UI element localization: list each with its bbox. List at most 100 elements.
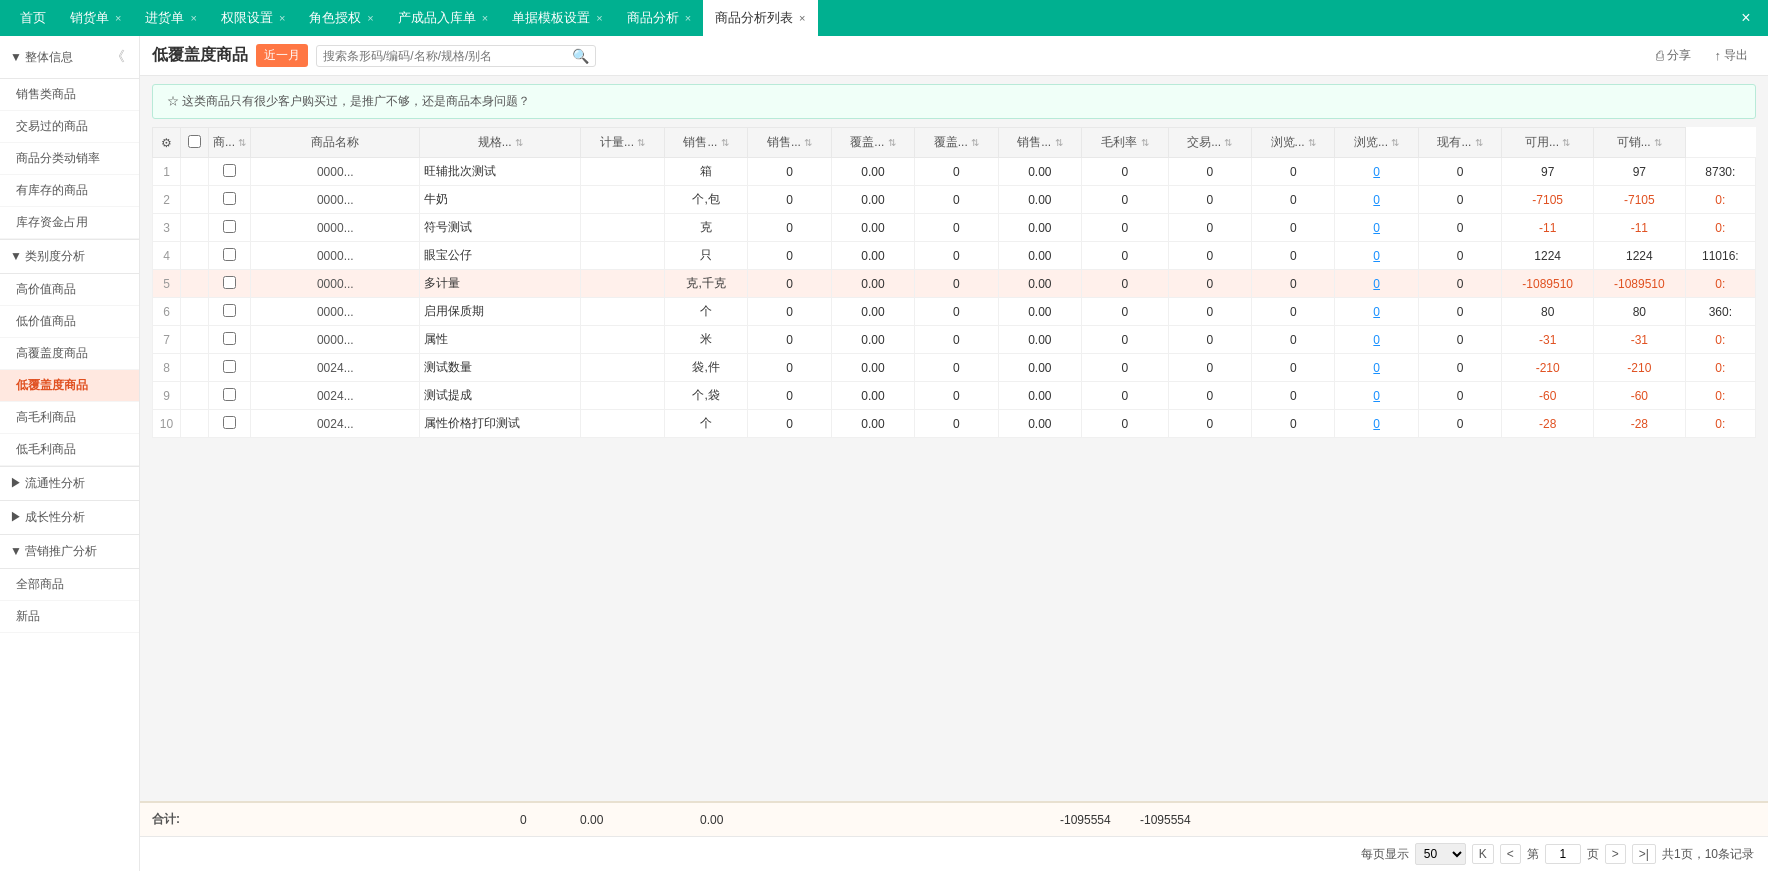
sidebar-item-stocked-goods[interactable]: 有库存的商品 (0, 175, 139, 207)
row-checkbox-cell-5[interactable] (209, 298, 251, 326)
sidebar-item-new-goods[interactable]: 新品 (0, 601, 139, 633)
row-checkbox-cell-2[interactable] (209, 214, 251, 242)
nav-item-roles[interactable]: 角色授权 × (297, 0, 385, 36)
row-browse1-4[interactable]: 0 (1335, 270, 1418, 298)
row-browse1-8[interactable]: 0 (1335, 382, 1418, 410)
nav-item-analysis-list[interactable]: 商品分析列表 × (703, 0, 817, 36)
sidebar-item-sales-goods[interactable]: 销售类商品 (0, 79, 139, 111)
row-checkbox-cell-9[interactable] (209, 410, 251, 438)
row-checkbox-9[interactable] (223, 416, 236, 429)
sidebar-collapse-button[interactable]: 《 (107, 44, 129, 70)
row-settings-4[interactable] (181, 270, 209, 298)
sidebar-item-inventory-capital[interactable]: 库存资金占用 (0, 207, 139, 239)
sidebar-item-low-profit[interactable]: 低毛利商品 (0, 434, 139, 466)
row-checkbox-5[interactable] (223, 304, 236, 317)
row-browse1-6[interactable]: 0 (1335, 326, 1418, 354)
prev-page-button[interactable]: < (1500, 844, 1521, 864)
sellable-col-header[interactable]: 可销... ⇅ (1594, 128, 1686, 158)
settings-col-header[interactable]: ⚙ (153, 128, 181, 158)
row-checkbox-1[interactable] (223, 192, 236, 205)
row-browse1-1[interactable]: 0 (1335, 186, 1418, 214)
nav-templates-close[interactable]: × (596, 12, 602, 24)
export-button[interactable]: ↑ 导出 (1707, 44, 1757, 67)
row-browse1-7[interactable]: 0 (1335, 354, 1418, 382)
row-checkbox-2[interactable] (223, 220, 236, 233)
page-number-input[interactable] (1545, 844, 1581, 864)
available-col-header[interactable]: 可用... ⇅ (1502, 128, 1594, 158)
nav-sales-close[interactable]: × (115, 12, 121, 24)
sidebar-item-all-goods[interactable]: 全部商品 (0, 569, 139, 601)
row-settings-2[interactable] (181, 214, 209, 242)
row-checkbox-cell-3[interactable] (209, 242, 251, 270)
per-page-select[interactable]: 50 10 20 100 (1415, 843, 1466, 865)
row-checkbox-4[interactable] (223, 276, 236, 289)
nav-item-sales[interactable]: 销货单 × (58, 0, 133, 36)
spec-col-header[interactable]: 规格... ⇅ (420, 128, 581, 158)
row-checkbox-cell-6[interactable] (209, 326, 251, 354)
row-browse1-5[interactable]: 0 (1335, 298, 1418, 326)
row-checkbox-cell-8[interactable] (209, 382, 251, 410)
name-col-header[interactable]: 商品名称 (251, 128, 420, 158)
row-settings-1[interactable] (181, 186, 209, 214)
nav-purchase-close[interactable]: × (190, 12, 196, 24)
current-col-header[interactable]: 现有... ⇅ (1418, 128, 1501, 158)
sales-qty-col-header[interactable]: 销售... ⇅ (664, 128, 747, 158)
row-checkbox-cell-7[interactable] (209, 354, 251, 382)
unit-col-header[interactable]: 计量... ⇅ (581, 128, 664, 158)
search-icon[interactable]: 🔍 (572, 48, 589, 64)
code-col-header[interactable]: 商... ⇅ (209, 128, 251, 158)
row-checkbox-6[interactable] (223, 332, 236, 345)
nav-permissions-close[interactable]: × (279, 12, 285, 24)
nav-warehouse-close[interactable]: × (482, 12, 488, 24)
window-close-button[interactable]: × (1732, 4, 1760, 32)
share-button[interactable]: ⎙ 分享 (1648, 44, 1699, 67)
row-checkbox-8[interactable] (223, 388, 236, 401)
row-settings-8[interactable] (181, 382, 209, 410)
cover2-col-header[interactable]: 覆盖... ⇅ (915, 128, 998, 158)
checkbox-col-header[interactable] (181, 128, 209, 158)
row-settings-5[interactable] (181, 298, 209, 326)
period-button[interactable]: 近一月 (256, 44, 308, 67)
sidebar-item-category-rate[interactable]: 商品分类动销率 (0, 143, 139, 175)
search-box[interactable]: 🔍 (316, 45, 596, 67)
row-checkbox-0[interactable] (223, 164, 236, 177)
sidebar-item-high-value[interactable]: 高价值商品 (0, 274, 139, 306)
row-settings-3[interactable] (181, 242, 209, 270)
row-checkbox-cell-1[interactable] (209, 186, 251, 214)
sidebar-item-high-coverage[interactable]: 高覆盖度商品 (0, 338, 139, 370)
row-checkbox-3[interactable] (223, 248, 236, 261)
nav-item-analysis[interactable]: 商品分析 × (615, 0, 703, 36)
nav-item-permissions[interactable]: 权限设置 × (209, 0, 297, 36)
row-settings-6[interactable] (181, 326, 209, 354)
search-input[interactable] (323, 49, 572, 63)
sidebar-item-low-value[interactable]: 低价值商品 (0, 306, 139, 338)
next-page-button[interactable]: > (1605, 844, 1626, 864)
row-settings-7[interactable] (181, 354, 209, 382)
sidebar-item-traded-goods[interactable]: 交易过的商品 (0, 111, 139, 143)
nav-item-purchase[interactable]: 进货单 × (133, 0, 208, 36)
nav-item-warehouse[interactable]: 产成品入库单 × (386, 0, 500, 36)
row-checkbox-7[interactable] (223, 360, 236, 373)
row-settings-0[interactable] (181, 158, 209, 186)
select-all-checkbox[interactable] (188, 135, 201, 148)
sidebar-item-high-profit[interactable]: 高毛利商品 (0, 402, 139, 434)
nav-analysis-close[interactable]: × (685, 12, 691, 24)
row-browse1-0[interactable]: 0 (1335, 158, 1418, 186)
sales3-col-header[interactable]: 销售... ⇅ (998, 128, 1081, 158)
trade-col-header[interactable]: 交易... ⇅ (1168, 128, 1251, 158)
nav-item-templates[interactable]: 单据模板设置 × (500, 0, 614, 36)
browse1-col-header[interactable]: 浏览... ⇅ (1252, 128, 1335, 158)
sidebar-item-low-coverage[interactable]: 低覆盖度商品 (0, 370, 139, 402)
gross-col-header[interactable]: 毛利率 ⇅ (1082, 128, 1169, 158)
row-checkbox-cell-0[interactable] (209, 158, 251, 186)
nav-item-home[interactable]: 首页 (8, 0, 58, 36)
browse2-col-header[interactable]: 浏览... ⇅ (1335, 128, 1418, 158)
nav-analysis-list-close[interactable]: × (799, 12, 805, 24)
first-page-button[interactable]: K (1472, 844, 1494, 864)
row-checkbox-cell-4[interactable] (209, 270, 251, 298)
last-page-button[interactable]: >| (1632, 844, 1656, 864)
row-browse1-9[interactable]: 0 (1335, 410, 1418, 438)
nav-roles-close[interactable]: × (367, 12, 373, 24)
row-settings-9[interactable] (181, 410, 209, 438)
sales-amt-col-header[interactable]: 销售... ⇅ (748, 128, 831, 158)
